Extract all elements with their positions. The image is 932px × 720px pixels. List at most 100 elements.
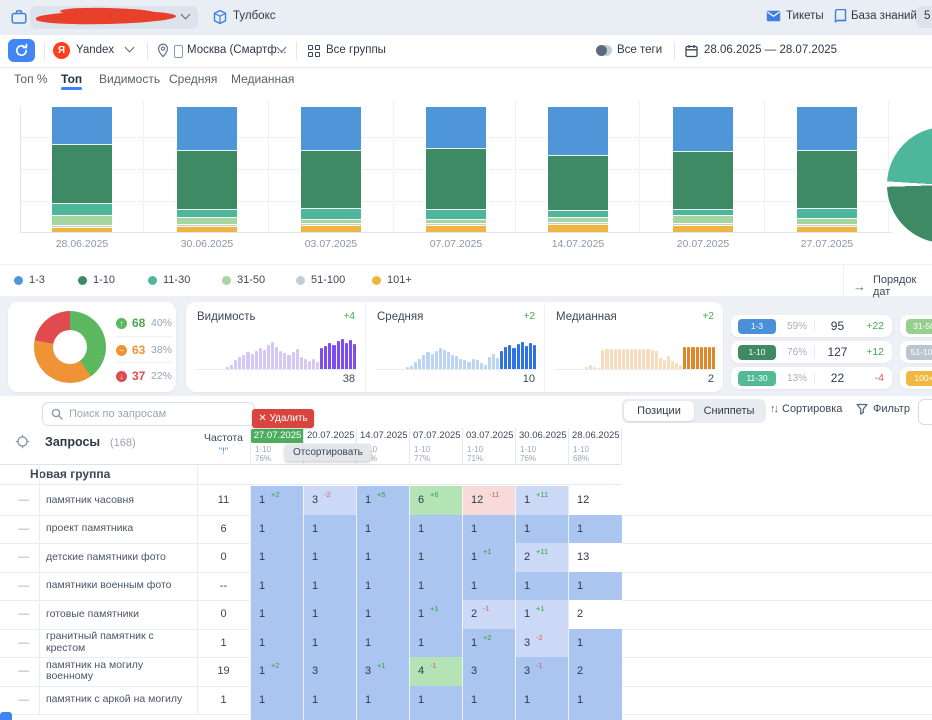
row-select-dash[interactable]: — bbox=[8, 580, 39, 592]
chart-bar-03.07.2025[interactable] bbox=[301, 107, 361, 233]
position-cell[interactable]: 1 bbox=[250, 571, 304, 600]
position-cell[interactable]: 13 bbox=[568, 543, 622, 572]
legend-item-31-50[interactable]: 31-50 bbox=[222, 274, 265, 286]
position-cell[interactable]: 1 bbox=[303, 571, 357, 600]
bucket-row-1-10[interactable]: 1-10 76% 127 +12 bbox=[731, 341, 892, 363]
column-date[interactable]: 28.06.2025 bbox=[572, 430, 620, 441]
queries-column-label[interactable]: Запросы bbox=[45, 435, 100, 449]
position-cell[interactable]: 4 -1 bbox=[409, 657, 463, 686]
legend-item-51-100[interactable]: 51-100 bbox=[296, 274, 345, 286]
position-cell[interactable]: 1 +1 bbox=[409, 600, 463, 629]
position-cell[interactable]: 1 bbox=[409, 628, 463, 657]
position-cell[interactable] bbox=[462, 714, 516, 720]
position-cell[interactable]: 1 bbox=[303, 514, 357, 543]
chat-widget-partial[interactable] bbox=[0, 712, 12, 720]
chart-bar-14.07.2025[interactable] bbox=[548, 107, 608, 232]
bucket-row-31-50[interactable]: 31-50 bbox=[900, 315, 932, 337]
project-selector[interactable] bbox=[30, 6, 198, 29]
spark-section-Медианная[interactable]: Медианная +2 2 bbox=[544, 302, 724, 392]
position-cell[interactable]: 1 +2 bbox=[250, 486, 304, 515]
position-cell[interactable]: 3 bbox=[303, 657, 357, 686]
row-select-dash[interactable]: — bbox=[8, 665, 39, 677]
position-cell[interactable]: 6 +6 bbox=[409, 486, 463, 515]
query-name[interactable]: проект памятника bbox=[40, 515, 197, 544]
position-cell[interactable]: 1 bbox=[409, 543, 463, 572]
position-cell[interactable]: 12 -11 bbox=[462, 486, 516, 515]
trial-pill-partial[interactable]: 5 bbox=[916, 6, 932, 28]
position-cell[interactable]: 1 +2 bbox=[250, 657, 304, 686]
knowledge-base-label[interactable]: База знаний bbox=[851, 10, 917, 22]
refresh-button[interactable] bbox=[8, 39, 35, 62]
position-cell[interactable]: 1 bbox=[356, 685, 410, 714]
region-label[interactable]: Москва (Смартф... bbox=[187, 44, 286, 56]
position-cell[interactable] bbox=[303, 714, 357, 720]
query-name[interactable]: памятник с аркой на могилу bbox=[40, 686, 197, 715]
tab-Топ %[interactable]: Топ % bbox=[14, 72, 48, 86]
query-name[interactable]: памятник часовня bbox=[40, 486, 197, 515]
position-cell[interactable]: 1 bbox=[462, 685, 516, 714]
position-cell[interactable]: 1 +11 bbox=[515, 486, 569, 515]
sort-button[interactable]: ↑↓ Сортировка bbox=[770, 403, 842, 415]
position-cell[interactable]: 1 bbox=[250, 600, 304, 629]
position-cell[interactable]: 1 bbox=[250, 514, 304, 543]
chart-bar-28.06.2025[interactable] bbox=[52, 107, 112, 232]
table-row[interactable]: — готовые памятники 0 1 1 1 1 +1 2 -1 1 +1 2 bbox=[0, 600, 932, 630]
position-cell[interactable]: 2 +11 bbox=[515, 543, 569, 572]
bucket-row-51-100[interactable]: 51-100 bbox=[900, 341, 932, 363]
chevron-down-icon[interactable] bbox=[124, 42, 135, 53]
chart-bar-07.07.2025[interactable] bbox=[426, 107, 486, 232]
tab-snippets[interactable]: Сниппеты bbox=[694, 401, 764, 421]
date-column-header[interactable]: 30.06.2025 1-10 76% bbox=[515, 428, 569, 464]
table-row[interactable]: — памятники военным фото -- 1 1 1 1 1 1 1 bbox=[0, 571, 932, 601]
column-date[interactable]: 03.07.2025 bbox=[466, 430, 514, 441]
toolbox-label[interactable]: Тулбокс bbox=[233, 10, 275, 22]
position-cell[interactable]: 1 bbox=[356, 571, 410, 600]
position-cell[interactable]: 12 bbox=[568, 486, 622, 515]
table-row[interactable]: — гранитный памятник с крестом 1 1 1 1 1 1 +2 3 -2… bbox=[0, 628, 932, 658]
date-order-link[interactable]: → Порядок дат bbox=[853, 274, 932, 298]
delete-button[interactable]: ✕ Удалить bbox=[252, 409, 314, 428]
position-cell[interactable]: 1 bbox=[515, 571, 569, 600]
row-select-dash[interactable]: — bbox=[8, 637, 39, 649]
position-cell[interactable]: 1 bbox=[515, 685, 569, 714]
position-cell[interactable] bbox=[515, 714, 569, 720]
position-cell[interactable]: 1 bbox=[409, 685, 463, 714]
column-date[interactable]: 14.07.2025 bbox=[360, 430, 408, 441]
position-cell[interactable]: 2 bbox=[568, 657, 622, 686]
position-cell[interactable]: 1 bbox=[568, 685, 622, 714]
row-select-dash[interactable]: — bbox=[8, 551, 39, 563]
table-row[interactable]: — памятник на могилу военному 19 1 +2 3 3 +1 4 -1… bbox=[0, 657, 932, 687]
position-cell[interactable]: 1 bbox=[250, 628, 304, 657]
query-name[interactable]: готовые памятники bbox=[40, 600, 197, 629]
table-row[interactable]: — детские памятники фото 0 1 1 1 1 1 +1 2 +11 13 bbox=[0, 543, 932, 573]
frequency-quote-label[interactable]: "!" bbox=[197, 446, 250, 457]
tab-Видимость[interactable]: Видимость bbox=[99, 72, 160, 86]
row-select-dash[interactable]: — bbox=[8, 694, 39, 706]
bucket-row-1-3[interactable]: 1-3 59% 95 +22 bbox=[731, 315, 892, 337]
column-date[interactable]: 07.07.2025 bbox=[413, 430, 461, 441]
filter-button[interactable]: Фильтр bbox=[856, 403, 910, 415]
row-select-dash[interactable]: — bbox=[8, 523, 39, 535]
position-cell[interactable]: 1 bbox=[568, 628, 622, 657]
tab-positions[interactable]: Позиции bbox=[624, 401, 694, 421]
row-select-dash[interactable]: — bbox=[8, 494, 39, 506]
position-cell[interactable]: 1 bbox=[356, 600, 410, 629]
column-date[interactable]: 30.06.2025 bbox=[519, 430, 567, 441]
position-cell[interactable]: 1 bbox=[303, 628, 357, 657]
position-cell[interactable] bbox=[250, 714, 304, 720]
position-cell[interactable] bbox=[409, 714, 463, 720]
chart-bar-30.06.2025[interactable] bbox=[177, 107, 237, 232]
tickets-label[interactable]: Тикеты bbox=[786, 10, 824, 22]
date-column-header[interactable]: 28.06.2025 1-10 68% bbox=[568, 428, 622, 464]
tab-Средняя[interactable]: Средняя bbox=[169, 72, 217, 86]
position-cell[interactable]: 2 -1 bbox=[462, 600, 516, 629]
legend-item-1-10[interactable]: 1-10 bbox=[78, 274, 115, 286]
tab-Медианная[interactable]: Медианная bbox=[231, 72, 294, 86]
position-cell[interactable]: 1 bbox=[303, 600, 357, 629]
column-date-highlighted[interactable]: 27.07.2025 bbox=[251, 429, 304, 443]
position-cell[interactable]: 3 -2 bbox=[515, 628, 569, 657]
position-cell[interactable]: 1 bbox=[250, 685, 304, 714]
position-cell[interactable]: 3 bbox=[462, 657, 516, 686]
legend-item-101+[interactable]: 101+ bbox=[372, 274, 412, 286]
query-name[interactable]: памятники военным фото bbox=[40, 572, 197, 601]
